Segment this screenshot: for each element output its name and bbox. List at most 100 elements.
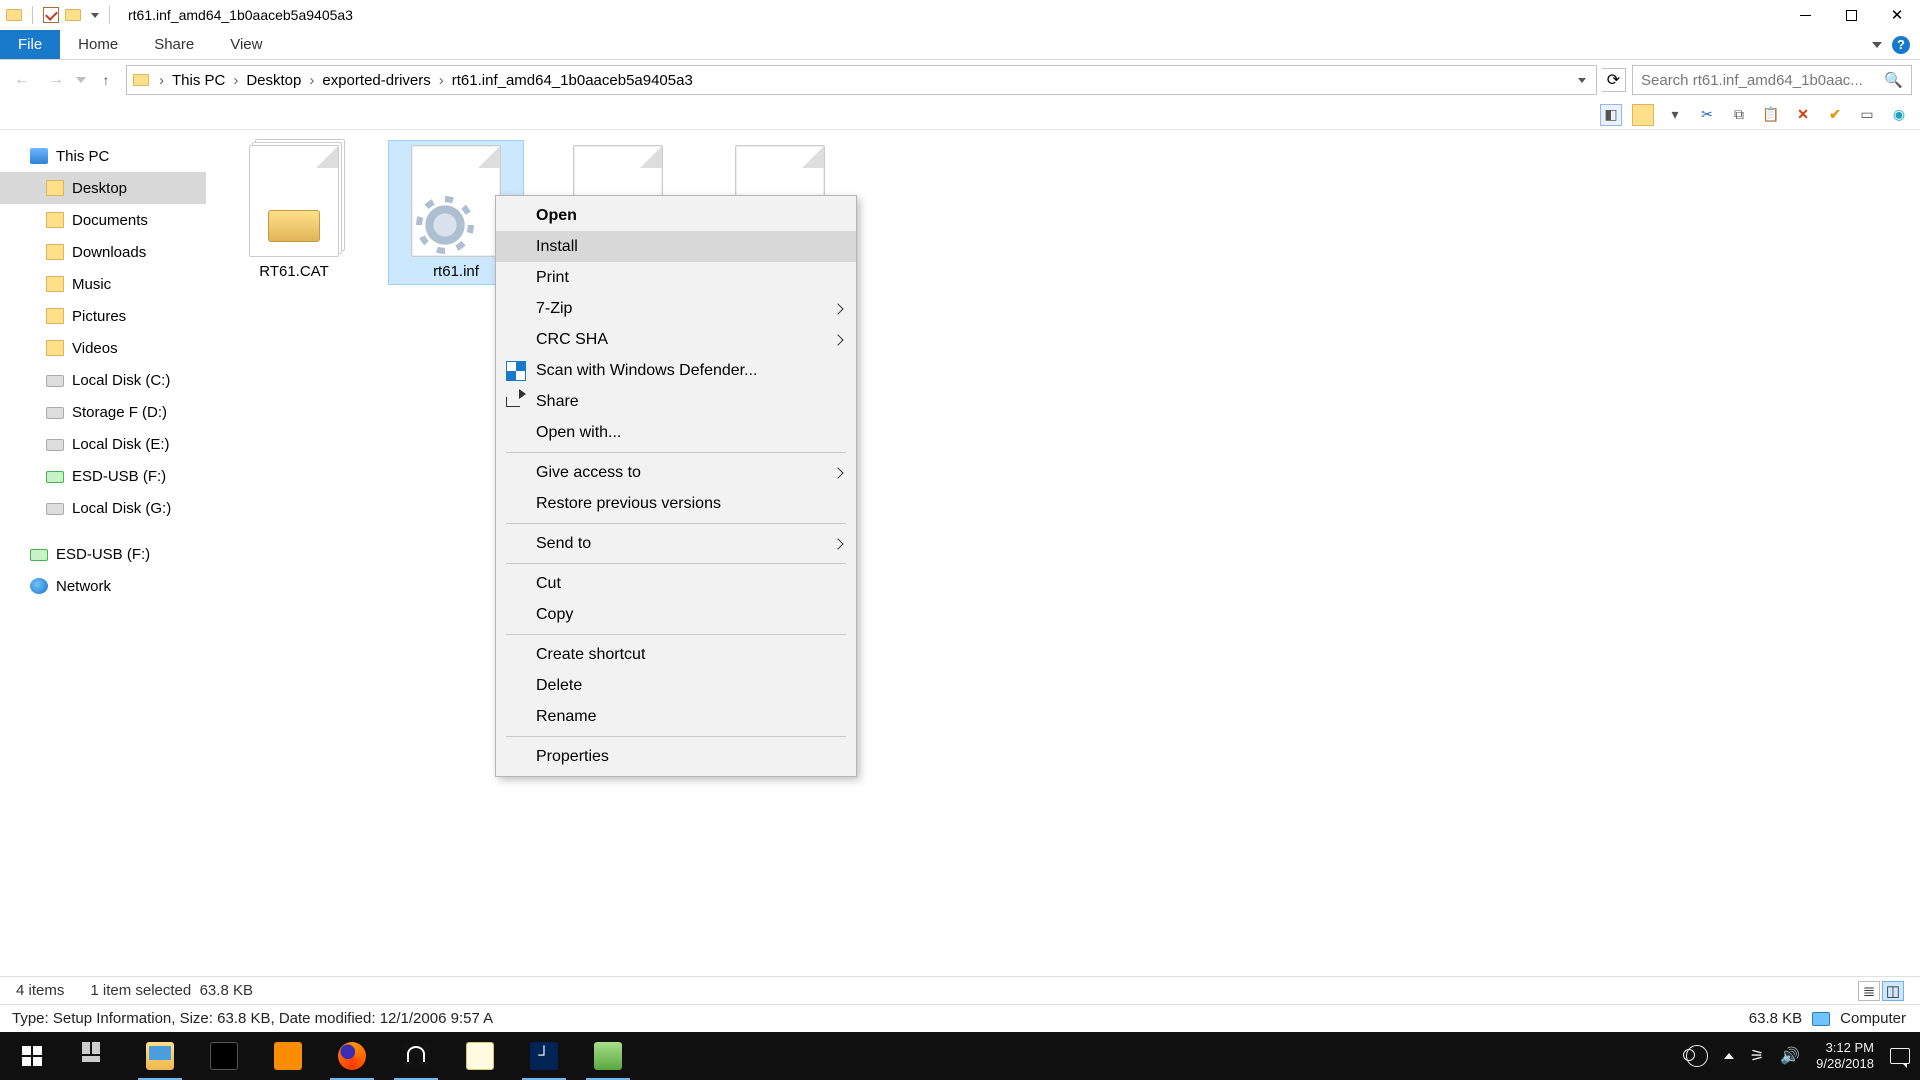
tree-item[interactable]: Network (0, 570, 206, 602)
context-menu-item[interactable]: Scan with Windows Defender... (496, 355, 856, 386)
breadcrumb[interactable]: rt61.inf_amd64_1b0aaceb5a9405a3 (448, 70, 697, 91)
ribbon: File Home Share View ? (0, 30, 1920, 60)
context-menu-item[interactable]: CRC SHA (496, 324, 856, 355)
context-menu-label: Open (536, 207, 577, 225)
maximize-button[interactable] (1828, 0, 1874, 30)
tree-item[interactable]: Music (0, 268, 206, 300)
qat-newfolder-icon[interactable] (65, 9, 81, 21)
context-menu-item[interactable]: Restore previous versions (496, 488, 856, 519)
qat-customize-caret-icon[interactable] (91, 13, 99, 18)
breadcrumb[interactable]: exported-drivers (318, 70, 434, 91)
people-icon[interactable] (1686, 1045, 1708, 1067)
toolbar-user-icon[interactable]: ◉ (1888, 104, 1910, 126)
taskbar-app-gitkraken[interactable] (384, 1032, 448, 1080)
breadcrumb[interactable]: This PC (168, 70, 229, 91)
context-menu-item[interactable]: Copy (496, 599, 856, 630)
navigation-pane[interactable]: This PC Desktop Documents Downloads Music Pi… (0, 130, 206, 976)
close-button[interactable]: ✕ (1874, 0, 1920, 30)
address-dropdown-icon[interactable] (1578, 78, 1586, 83)
taskbar-app-explorer[interactable] (128, 1032, 192, 1080)
context-menu-item[interactable]: Print (496, 262, 856, 293)
context-menu-item[interactable]: Open with... (496, 417, 856, 448)
nav-history-caret-icon[interactable] (76, 77, 86, 83)
tree-item[interactable]: Downloads (0, 236, 206, 268)
file-item[interactable]: RT61.CAT (226, 140, 362, 285)
winscp-icon (594, 1042, 622, 1070)
taskbar-app-cmd[interactable] (192, 1032, 256, 1080)
context-menu-item[interactable]: 7-Zip (496, 293, 856, 324)
toolbar-cut-icon[interactable]: ✂ (1696, 104, 1718, 126)
tree-this-pc[interactable]: This PC (0, 140, 206, 172)
minimize-button[interactable] (1782, 0, 1828, 30)
tree-item[interactable]: Videos (0, 332, 206, 364)
context-menu-item[interactable]: Properties (496, 741, 856, 772)
taskbar-app-firefox[interactable] (320, 1032, 384, 1080)
content-pane[interactable]: RT61.CAT rt61.inf (206, 130, 1920, 976)
computer-icon (1812, 1012, 1830, 1026)
tree-item[interactable]: ESD-USB (F:) (0, 538, 206, 570)
toolbar-paste-icon[interactable]: 📋 (1760, 104, 1782, 126)
ribbon-tab-home[interactable]: Home (60, 30, 136, 59)
context-menu-item[interactable]: Delete (496, 670, 856, 701)
start-button[interactable] (0, 1032, 64, 1080)
tray-clock[interactable]: 3:12 PM 9/28/2018 (1816, 1040, 1874, 1071)
context-menu-item[interactable]: Give access to (496, 457, 856, 488)
toolbar-rename-icon[interactable]: ✔ (1824, 104, 1846, 126)
tree-item[interactable]: Local Disk (C:) (0, 364, 206, 396)
gitkraken-icon (402, 1042, 430, 1070)
toolbar-delete-icon[interactable]: ✕ (1792, 104, 1814, 126)
tree-item[interactable]: Documents (0, 204, 206, 236)
tree-item[interactable]: Pictures (0, 300, 206, 332)
action-center-icon[interactable] (1890, 1048, 1910, 1064)
context-menu-item[interactable]: Send to (496, 528, 856, 559)
task-view-button[interactable] (64, 1032, 128, 1080)
nav-forward-button[interactable]: → (42, 66, 70, 94)
toolbar-copy-icon[interactable]: ⧉ (1728, 104, 1750, 126)
volume-icon[interactable]: 🔊 (1780, 1046, 1800, 1066)
taskbar-app-powershell[interactable]: ┘ (512, 1032, 576, 1080)
context-menu-item[interactable]: Rename (496, 701, 856, 732)
tree-item[interactable]: ESD-USB (F:) (0, 460, 206, 492)
folder-icon (46, 244, 64, 260)
ribbon-tab-share[interactable]: Share (136, 30, 212, 59)
tree-label: This PC (56, 148, 109, 165)
toolbar-dropdown-icon[interactable]: ▾ (1664, 104, 1686, 126)
tree-item[interactable]: Local Disk (E:) (0, 428, 206, 460)
ribbon-collapse-icon[interactable] (1872, 42, 1882, 48)
wifi-icon[interactable]: ⚞ (1750, 1046, 1764, 1066)
toolbar-properties-icon[interactable]: ▭ (1856, 104, 1878, 126)
context-menu-item[interactable]: Cut (496, 568, 856, 599)
nav-back-button[interactable]: ← (8, 66, 36, 94)
breadcrumb[interactable]: Desktop (242, 70, 305, 91)
context-menu-item[interactable]: Share (496, 386, 856, 417)
file-label: rt61.inf (433, 263, 479, 280)
search-input[interactable]: Search rt61.inf_amd64_1b0aac... 🔍 (1632, 65, 1912, 95)
context-menu-separator (506, 523, 846, 524)
context-menu-item[interactable]: Install (496, 231, 856, 262)
toolbar-new-folder-icon[interactable] (1632, 104, 1654, 126)
tree-label: Documents (72, 212, 148, 229)
tree-item[interactable]: Storage F (D:) (0, 396, 206, 428)
ribbon-tab-view[interactable]: View (212, 30, 280, 59)
view-large-icons-button[interactable]: ◫ (1882, 981, 1904, 1001)
context-menu-item[interactable]: Create shortcut (496, 639, 856, 670)
tray-overflow-icon[interactable] (1724, 1053, 1734, 1059)
context-menu[interactable]: Open InstallPrint7-ZipCRC SHAScan with Wi… (495, 195, 857, 777)
tree-label: Music (72, 276, 111, 293)
refresh-button[interactable]: ⟳ (1602, 68, 1626, 92)
taskbar-app-notepad[interactable] (448, 1032, 512, 1080)
taskbar-app-winscp[interactable] (576, 1032, 640, 1080)
nav-up-button[interactable]: ↑ (92, 66, 120, 94)
context-menu-item[interactable]: Open (496, 200, 856, 231)
context-menu-label: Rename (536, 708, 596, 726)
toolbar-preview-pane-icon[interactable]: ◧ (1600, 104, 1622, 126)
tree-item[interactable]: Desktop (0, 172, 206, 204)
taskbar-app-xampp[interactable] (256, 1032, 320, 1080)
address-bar[interactable]: › This PC › Desktop › exported-drivers ›… (126, 65, 1597, 95)
qat-properties-icon[interactable] (43, 7, 59, 23)
tree-item[interactable]: Local Disk (G:) (0, 492, 206, 524)
view-details-button[interactable]: ≣ (1858, 981, 1880, 1001)
close-icon: ✕ (1891, 8, 1904, 23)
help-button[interactable]: ? (1892, 36, 1910, 54)
ribbon-tab-file[interactable]: File (0, 30, 60, 59)
